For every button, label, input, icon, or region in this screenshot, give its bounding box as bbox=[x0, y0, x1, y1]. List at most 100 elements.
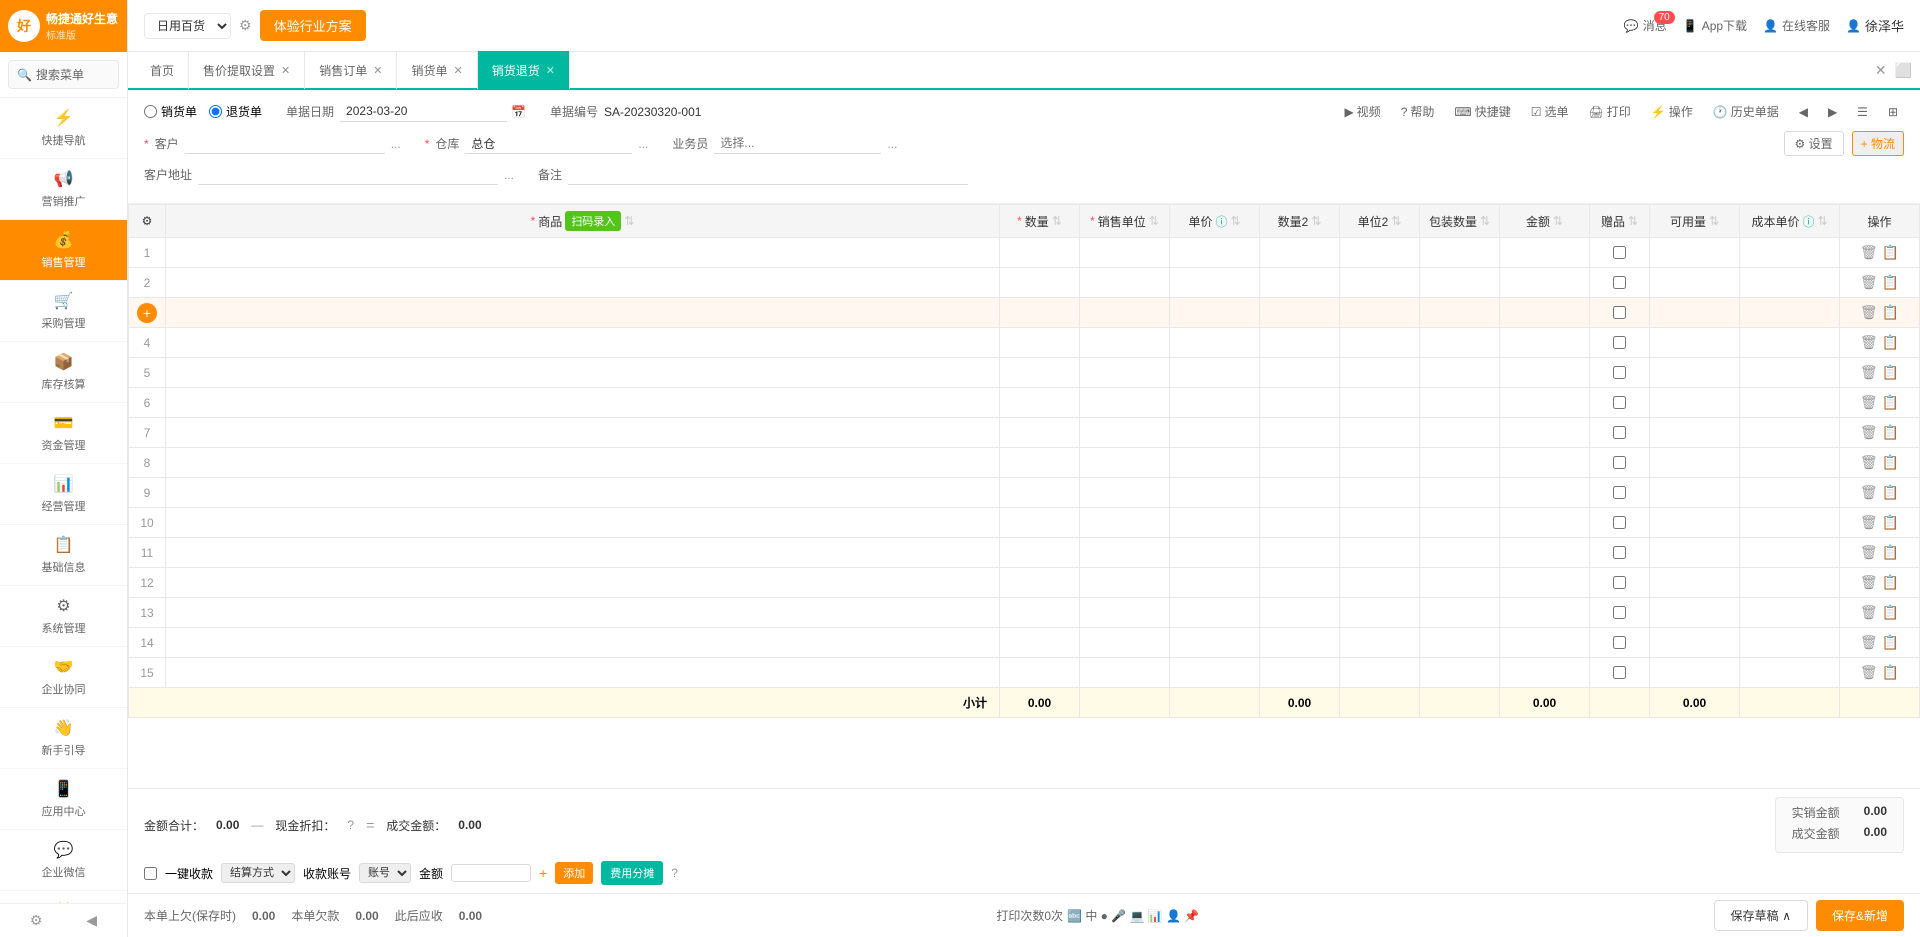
address-more-btn[interactable]: ... bbox=[504, 168, 514, 182]
settings-bottom-btn[interactable]: ⚙ bbox=[30, 912, 43, 929]
close-tab-btn[interactable]: ✕ bbox=[1875, 62, 1887, 79]
qty-cell-2[interactable] bbox=[1000, 268, 1080, 298]
user-profile-btn[interactable]: 👤 徐泽华 bbox=[1846, 16, 1904, 35]
qty-cell-1[interactable] bbox=[1000, 238, 1080, 268]
amount-cell-1[interactable] bbox=[1500, 238, 1590, 268]
save-new-button[interactable]: 保存&新增 bbox=[1816, 900, 1904, 931]
sidebar-item-basic-info[interactable]: 📋 基础信息 bbox=[0, 525, 127, 586]
cost-info-icon[interactable]: ⓘ bbox=[1802, 213, 1814, 230]
delete-11[interactable]: 🗑 bbox=[1860, 544, 1878, 561]
copy-5[interactable]: 📋 bbox=[1882, 364, 1899, 381]
help-btn[interactable]: ? 帮助 bbox=[1395, 100, 1441, 123]
delete-13[interactable]: 🗑 bbox=[1860, 604, 1878, 621]
gift-checkbox-12[interactable] bbox=[1613, 576, 1626, 589]
tab-home[interactable]: 首页 bbox=[136, 51, 189, 89]
sidebar-item-inventory[interactable]: 📦 库存核算 bbox=[0, 342, 127, 403]
copy-13[interactable]: 📋 bbox=[1882, 604, 1899, 621]
available-cell-3[interactable] bbox=[1650, 298, 1740, 328]
gift-cell-3[interactable] bbox=[1590, 298, 1650, 328]
history-btn[interactable]: 🕐 历史单据 bbox=[1707, 100, 1785, 123]
available-cell-2[interactable] bbox=[1650, 268, 1740, 298]
product-input-3[interactable] bbox=[174, 306, 991, 320]
maximize-btn[interactable]: ⬜ bbox=[1895, 62, 1912, 79]
tab-sales-bill-close[interactable]: ✕ bbox=[454, 64, 463, 77]
unit2-cell-2[interactable] bbox=[1340, 268, 1420, 298]
copy-11[interactable]: 📋 bbox=[1882, 544, 1899, 561]
price-cell-3[interactable] bbox=[1170, 298, 1260, 328]
fee-help-icon[interactable]: ? bbox=[671, 866, 678, 880]
copy-12[interactable]: 📋 bbox=[1882, 574, 1899, 591]
view-grid-btn[interactable]: ⊞ bbox=[1882, 102, 1904, 122]
delete-8[interactable]: 🗑 bbox=[1860, 454, 1878, 471]
sidebar-item-app-center[interactable]: 📱 应用中心 bbox=[0, 769, 127, 830]
gift-checkbox-1[interactable] bbox=[1613, 246, 1626, 259]
gift-checkbox-6[interactable] bbox=[1613, 396, 1626, 409]
sales-unit-cell-2[interactable] bbox=[1080, 268, 1170, 298]
tab-sales-return[interactable]: 销货退货 ✕ bbox=[478, 51, 570, 89]
amount-input[interactable] bbox=[451, 864, 531, 882]
collapse-btn[interactable]: ◀ bbox=[86, 912, 97, 929]
delete-5[interactable]: 🗑 bbox=[1860, 364, 1878, 381]
add-row-btn[interactable]: + bbox=[137, 303, 157, 323]
price-cell-1[interactable] bbox=[1170, 238, 1260, 268]
delete-10[interactable]: 🗑 bbox=[1860, 514, 1878, 531]
sidebar-item-guide[interactable]: 👋 新手引导 bbox=[0, 708, 127, 769]
search-menu-button[interactable]: 🔍 搜索菜单 bbox=[8, 60, 119, 89]
experience-button[interactable]: 体验行业方案 bbox=[260, 10, 366, 41]
scan-btn[interactable]: 扫码录入 bbox=[565, 211, 621, 231]
delete-9[interactable]: 🗑 bbox=[1860, 484, 1878, 501]
th-gear[interactable]: ⚙ bbox=[129, 205, 166, 238]
product-cell-1[interactable] bbox=[166, 238, 1000, 268]
gift-checkbox-4[interactable] bbox=[1613, 336, 1626, 349]
sidebar-item-enterprise-wechat[interactable]: 💬 企业微信 bbox=[0, 830, 127, 891]
nav-next-btn[interactable]: ▶ bbox=[1822, 102, 1843, 122]
cost-price-cell-2[interactable] bbox=[1740, 268, 1840, 298]
remark-input[interactable] bbox=[568, 164, 968, 185]
cost-price-cell-3[interactable] bbox=[1740, 298, 1840, 328]
one-click-receive-checkbox[interactable] bbox=[144, 867, 157, 880]
sidebar-item-vip[interactable]: 👑 畅会员 bbox=[0, 891, 127, 903]
copy-14[interactable]: 📋 bbox=[1882, 634, 1899, 651]
tab-price-settings-close[interactable]: ✕ bbox=[281, 64, 290, 77]
gift-checkbox-10[interactable] bbox=[1613, 516, 1626, 529]
tab-sales-bill[interactable]: 销货单 ✕ bbox=[397, 51, 477, 89]
staff-input[interactable] bbox=[714, 133, 881, 154]
add-payment-btn[interactable]: 添加 bbox=[555, 862, 593, 884]
delete-12[interactable]: 🗑 bbox=[1860, 574, 1878, 591]
calendar-icon[interactable]: 📅 bbox=[511, 105, 526, 119]
pack-qty-cell-3[interactable] bbox=[1420, 298, 1500, 328]
tab-price-settings[interactable]: 售价提取设置 ✕ bbox=[189, 51, 305, 89]
gift-checkbox-5[interactable] bbox=[1613, 366, 1626, 379]
add-row-cell[interactable]: + bbox=[129, 298, 166, 328]
sidebar-item-operations[interactable]: 📊 经营管理 bbox=[0, 464, 127, 525]
gift-checkbox-2[interactable] bbox=[1613, 276, 1626, 289]
copy-row-2-btn[interactable]: 📋 bbox=[1882, 274, 1899, 291]
save-draft-button[interactable]: 保存草稿 ∧ bbox=[1714, 900, 1808, 931]
radio-return-bill-input[interactable] bbox=[209, 105, 222, 118]
copy-6[interactable]: 📋 bbox=[1882, 394, 1899, 411]
customer-input[interactable] bbox=[185, 133, 385, 154]
delete-6[interactable]: 🗑 bbox=[1860, 394, 1878, 411]
copy-9[interactable]: 📋 bbox=[1882, 484, 1899, 501]
select-btn[interactable]: ☑ 选单 bbox=[1525, 100, 1575, 123]
customer-more-btn[interactable]: ... bbox=[391, 137, 401, 151]
category-breadcrumb[interactable]: 日用百货 bbox=[144, 13, 231, 39]
sidebar-item-sales[interactable]: 💰 销售管理 bbox=[0, 220, 127, 281]
copy-10[interactable]: 📋 bbox=[1882, 514, 1899, 531]
gift-checkbox-15[interactable] bbox=[1613, 666, 1626, 679]
delete-4[interactable]: 🗑 bbox=[1860, 334, 1878, 351]
message-btn[interactable]: 💬 消息 70 bbox=[1624, 17, 1667, 34]
product-cell-2[interactable] bbox=[166, 268, 1000, 298]
tab-sales-order[interactable]: 销售订单 ✕ bbox=[305, 51, 397, 89]
gift-checkbox-9[interactable] bbox=[1613, 486, 1626, 499]
sidebar-item-purchase[interactable]: 🛒 采购管理 bbox=[0, 281, 127, 342]
price-info-icon[interactable]: ⓘ bbox=[1215, 213, 1227, 230]
available-cell-1[interactable] bbox=[1650, 238, 1740, 268]
qty2-cell-1[interactable] bbox=[1260, 238, 1340, 268]
video-btn[interactable]: ▶ 视频 bbox=[1338, 100, 1386, 123]
gift-cell-1[interactable] bbox=[1590, 238, 1650, 268]
price-cell-2[interactable] bbox=[1170, 268, 1260, 298]
delete-row-1-btn[interactable]: 🗑 bbox=[1860, 244, 1878, 261]
amount-cell-3[interactable] bbox=[1500, 298, 1590, 328]
gift-checkbox-8[interactable] bbox=[1613, 456, 1626, 469]
